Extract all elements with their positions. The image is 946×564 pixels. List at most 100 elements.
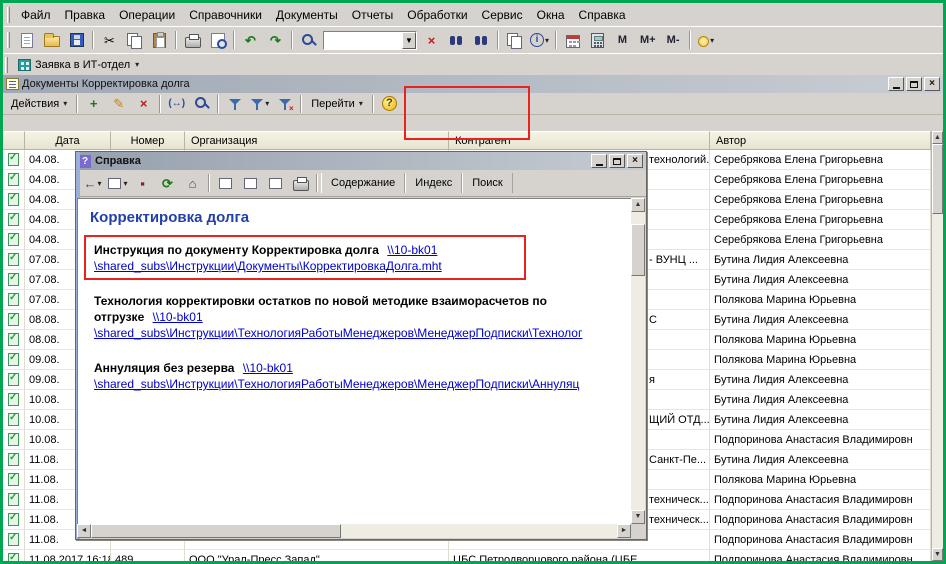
memory-plus-button[interactable]: М+	[636, 29, 660, 51]
scroll-track[interactable]	[341, 524, 617, 538]
scroll-thumb[interactable]	[631, 224, 645, 276]
menubar-grip[interactable]	[7, 6, 10, 23]
print-button[interactable]	[181, 29, 204, 51]
filter-settings-button[interactable]	[223, 93, 246, 115]
column-header-author[interactable]: Автор	[710, 131, 931, 150]
scroll-up-icon[interactable]: ▲	[932, 131, 943, 144]
scroll-right-icon[interactable]: ►	[617, 524, 631, 538]
pane-3-button[interactable]	[264, 172, 287, 194]
menu-edit[interactable]: Правка	[58, 5, 113, 25]
search-combo-dropdown[interactable]: ▼	[402, 31, 416, 49]
column-header-date[interactable]: Дата	[25, 131, 111, 150]
menu-help[interactable]: Справка	[572, 5, 633, 25]
clear-search-button[interactable]: ×	[420, 29, 443, 51]
calendar-button[interactable]	[561, 29, 584, 51]
add-button[interactable]: +	[82, 93, 105, 115]
home-button[interactable]: ⌂	[181, 172, 204, 194]
scroll-up-icon[interactable]: ▲	[631, 198, 645, 212]
redo-button[interactable]: ↷	[264, 29, 287, 51]
help-minimize-button[interactable]	[591, 154, 607, 168]
pane-1-button[interactable]	[214, 172, 237, 194]
redo-icon: ↷	[270, 32, 281, 48]
print-preview-button[interactable]	[206, 29, 229, 51]
back-button[interactable]: ← ▾	[81, 172, 104, 194]
refresh-button[interactable]: ⟳	[156, 172, 179, 194]
entry-server-link[interactable]: \\10-bk01	[153, 310, 203, 324]
menubar: Файл Правка Операции Справочники Докумен…	[3, 3, 943, 26]
list-search-button[interactable]	[190, 93, 213, 115]
memory-button[interactable]: М	[611, 29, 634, 51]
menu-windows[interactable]: Окна	[530, 5, 572, 25]
save-button[interactable]	[65, 29, 88, 51]
menu-documents[interactable]: Документы	[269, 5, 345, 25]
goto-button[interactable]: Перейти ▾	[305, 96, 369, 112]
help-button[interactable]: ?	[378, 93, 401, 115]
posted-document-icon	[8, 412, 19, 426]
doc-close-button[interactable]: ×	[924, 77, 940, 91]
calculator-button[interactable]	[586, 29, 609, 51]
clear-search-icon: ×	[427, 32, 436, 48]
help-print-button[interactable]	[289, 172, 312, 194]
scroll-left-icon[interactable]: ◄	[77, 524, 91, 538]
entry-path-link[interactable]: \shared_subs\Инструкции\ТехнологияРаботы…	[94, 325, 584, 341]
edit-button[interactable]: ✎	[107, 93, 130, 115]
tab-index[interactable]: Индекс	[405, 173, 463, 193]
column-header-number[interactable]: Номер	[111, 131, 185, 150]
open-button[interactable]	[40, 29, 63, 51]
posted-document-icon	[8, 492, 19, 506]
new-document-button[interactable]	[15, 29, 38, 51]
delete-button[interactable]: ×	[132, 93, 155, 115]
menu-processing[interactable]: Обработки	[400, 5, 474, 25]
set-interval-button[interactable]: (↔)	[165, 93, 188, 115]
memory-minus-button[interactable]: М-	[662, 29, 685, 51]
menu-reports[interactable]: Отчеты	[345, 5, 400, 25]
help-horizontal-scrollbar[interactable]: ◄ ►	[77, 524, 631, 538]
it-toolbar-grip[interactable]	[5, 56, 8, 73]
search-button[interactable]	[297, 29, 320, 51]
help-maximize-button[interactable]	[609, 154, 625, 168]
pane-icon	[219, 177, 232, 189]
table-row-last[interactable]: 11.08.2017 16:18: 489 ООО "Урал-Пресс За…	[3, 550, 931, 561]
info-button[interactable]: ▾	[528, 29, 551, 51]
help-vertical-scrollbar[interactable]: ▲ ▼	[631, 198, 645, 524]
menu-operations[interactable]: Операции	[112, 5, 182, 25]
entry-server-link[interactable]: \\10-bk01	[243, 361, 293, 375]
filter-button[interactable]: ▾	[248, 93, 271, 115]
help-close-button[interactable]: ×	[627, 154, 643, 168]
scroll-track[interactable]	[631, 276, 645, 510]
pane-2-button[interactable]	[239, 172, 262, 194]
menu-service[interactable]: Сервис	[475, 5, 530, 25]
menu-file[interactable]: Файл	[14, 5, 58, 25]
doc-restore-button[interactable]	[906, 77, 922, 91]
menu-references[interactable]: Справочники	[182, 5, 269, 25]
cut-button[interactable]: ✂	[98, 29, 121, 51]
copy-button[interactable]	[123, 29, 146, 51]
search-input[interactable]	[324, 32, 402, 48]
scroll-thumb[interactable]	[932, 144, 943, 214]
it-request-button[interactable]: Заявка в ИТ-отдел ▾	[12, 57, 145, 73]
tab-search[interactable]: Поиск	[462, 173, 513, 193]
entry-path-link[interactable]: \shared_subs\Инструкции\ТехнологияРаботы…	[94, 376, 584, 392]
scroll-track[interactable]	[932, 214, 943, 548]
it-request-label: Заявка в ИТ-отдел	[35, 58, 131, 71]
document-icon	[3, 190, 25, 210]
doc-minimize-button[interactable]	[888, 77, 904, 91]
undo-button[interactable]: ↶	[239, 29, 262, 51]
tab-contents[interactable]: Содержание	[321, 173, 406, 193]
clear-filter-button[interactable]: ×	[273, 93, 296, 115]
duplicate-button[interactable]	[503, 29, 526, 51]
view-options-button[interactable]: ▾	[106, 172, 129, 194]
paste-button[interactable]	[148, 29, 171, 51]
find-prev-button[interactable]	[470, 29, 493, 51]
find-next-button[interactable]	[445, 29, 468, 51]
actions-button[interactable]: Действия ▾	[5, 96, 73, 112]
scroll-down-icon[interactable]: ▼	[631, 510, 645, 524]
help-window-title: Справка	[95, 155, 141, 167]
main-toolbar-grip[interactable]	[7, 32, 10, 48]
column-header-icon[interactable]	[3, 131, 25, 150]
tips-button[interactable]: ▾	[695, 29, 718, 51]
scroll-down-icon[interactable]: ▼	[932, 548, 943, 561]
table-scrollbar[interactable]: ▲ ▼	[931, 131, 943, 561]
stop-button[interactable]: ▪	[131, 172, 154, 194]
scroll-thumb[interactable]	[91, 524, 341, 538]
